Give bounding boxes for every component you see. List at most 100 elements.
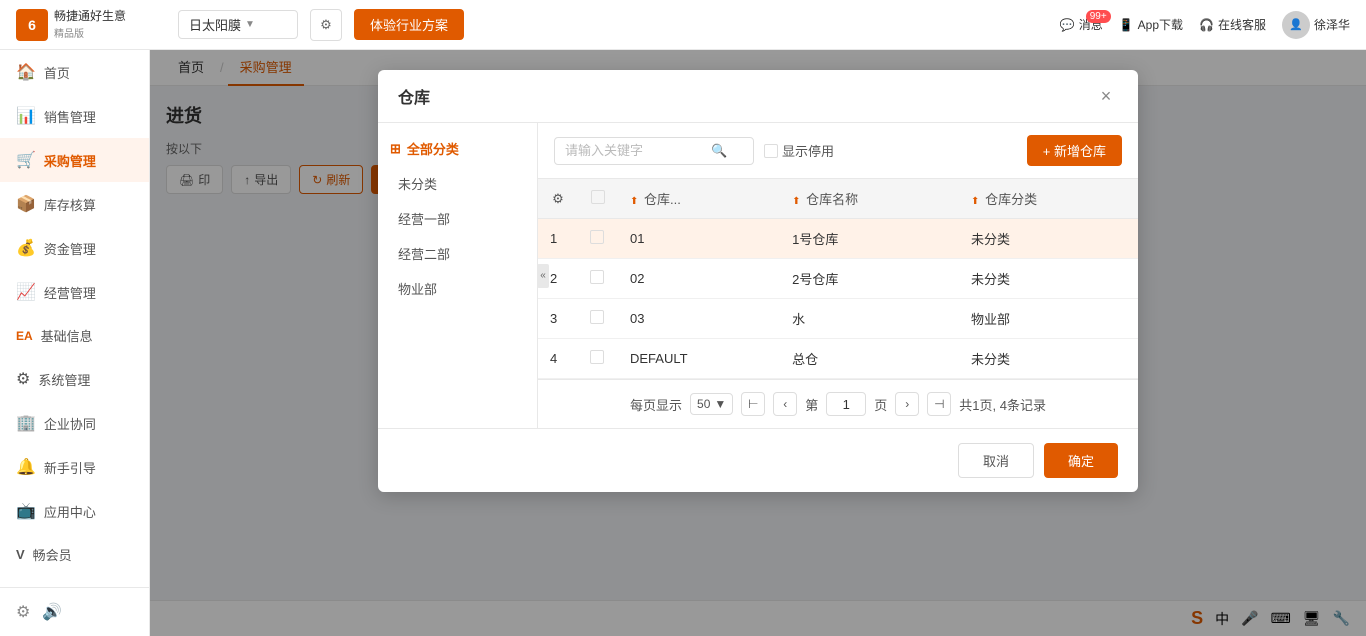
sidebar-item-system[interactable]: ⚙ 系统管理 xyxy=(0,357,149,401)
modal-header: 仓库 × xyxy=(378,70,1138,123)
table-row[interactable]: 2 02 2号仓库 未分类 xyxy=(538,259,1138,299)
table-row[interactable]: 4 DEFAULT 总仓 未分类 xyxy=(538,339,1138,379)
prev-page-button[interactable]: ‹ xyxy=(773,392,797,416)
home-icon: 🏠 xyxy=(16,62,36,82)
last-page-button[interactable]: ⊣ xyxy=(927,392,951,416)
search-bar: 🔍 显示停用 + 新增仓库 xyxy=(538,123,1138,179)
confirm-button[interactable]: 确定 xyxy=(1044,443,1118,478)
row2-name: 2号仓库 xyxy=(780,259,959,299)
row1-category: 未分类 xyxy=(959,219,1138,259)
row3-name: 水 xyxy=(780,299,959,339)
category-all[interactable]: ⊞ 全部分类 xyxy=(378,131,537,166)
sidebar-item-apps[interactable]: 📺 应用中心 xyxy=(0,489,149,533)
sidebar-item-member[interactable]: V 畅会员 xyxy=(0,533,149,576)
row1-check xyxy=(578,219,618,259)
avatar: 👤 xyxy=(1282,11,1310,39)
operation-icon: 📈 xyxy=(16,282,36,302)
headset-icon: 🎧 xyxy=(1199,18,1214,32)
app-download-item[interactable]: 📱 App下载 xyxy=(1119,16,1183,33)
row4-name: 总仓 xyxy=(780,339,959,379)
category-panel: ⊞ 全部分类 未分类 经营一部 经营二部 物业部 « xyxy=(378,123,538,428)
sidebar-item-inventory[interactable]: 📦 库存核算 xyxy=(0,182,149,226)
row3-checkbox[interactable] xyxy=(590,310,604,324)
add-warehouse-button[interactable]: + 新增仓库 xyxy=(1027,135,1122,166)
page-size-value: 50 xyxy=(697,397,710,411)
page-size-arrow: ▼ xyxy=(714,397,726,411)
sidebar-label-inventory: 库存核算 xyxy=(44,195,96,214)
top-header: 6 畅捷通好生意 精品版 日太阳膜 ▼ ⚙ 体验行业方案 💬 消息 99+ 📱 … xyxy=(0,0,1366,50)
store-selector[interactable]: 日太阳膜 ▼ xyxy=(178,10,298,39)
settings-button[interactable]: ⚙ xyxy=(310,9,342,41)
sidebar-bottom: ⚙ 🔊 xyxy=(0,587,149,636)
collapse-panel-button[interactable]: « xyxy=(537,264,549,288)
th-code: ⬆ 仓库... xyxy=(618,179,780,219)
content-area: 首页 / 采购管理 进货 按以下 🖨 印 ↑ 导出 ↻ 刷新 xyxy=(150,50,1366,636)
row2-checkbox[interactable] xyxy=(590,270,604,284)
sidebar-label-purchase: 采购管理 xyxy=(44,151,96,170)
page-size-select[interactable]: 50 ▼ xyxy=(690,393,733,415)
modal-close-button[interactable]: × xyxy=(1094,84,1118,108)
sidebar-item-basic[interactable]: EA 基础信息 xyxy=(0,314,149,357)
th-settings-icon: ⚙ xyxy=(552,191,564,206)
category-item-unclassified[interactable]: 未分类 xyxy=(378,166,537,201)
category-item-dept2[interactable]: 经营二部 xyxy=(378,236,537,271)
next-page-button[interactable]: › xyxy=(895,392,919,416)
row3-category: 物业部 xyxy=(959,299,1138,339)
purchase-icon: 🛒 xyxy=(16,150,36,170)
sidebar-item-finance[interactable]: 💰 资金管理 xyxy=(0,226,149,270)
th-checkbox xyxy=(578,179,618,219)
search-input-wrap[interactable]: 🔍 xyxy=(554,137,754,165)
sidebar-item-enterprise[interactable]: 🏢 企业协同 xyxy=(0,401,149,445)
row2-code: 02 xyxy=(618,259,780,299)
row2-category: 未分类 xyxy=(959,259,1138,299)
table-row[interactable]: 1 01 1号仓库 未分类 xyxy=(538,219,1138,259)
page-label-end: 页 xyxy=(874,395,887,414)
sidebar-label-basic: 基础信息 xyxy=(41,326,93,345)
warehouse-modal: 仓库 × ⊞ 全部分类 未分类 经营一部 经营二部 物业部 xyxy=(378,70,1138,492)
sidebar-item-sales[interactable]: 📊 销售管理 xyxy=(0,94,149,138)
online-service-item[interactable]: 🎧 在线客服 xyxy=(1199,16,1266,33)
guide-icon: 🔔 xyxy=(16,457,36,477)
category-item-property[interactable]: 物业部 xyxy=(378,271,537,306)
row1-name: 1号仓库 xyxy=(780,219,959,259)
select-all-checkbox[interactable] xyxy=(591,190,605,204)
cancel-button[interactable]: 取消 xyxy=(958,443,1034,478)
main-layout: 🏠 首页 📊 销售管理 🛒 采购管理 📦 库存核算 💰 资金管理 📈 经营管理 … xyxy=(0,50,1366,636)
th-name: ⬆ 仓库名称 xyxy=(780,179,959,219)
app-label: App下载 xyxy=(1138,16,1183,33)
table-header: ⚙ ⬆ 仓库... xyxy=(538,179,1138,219)
enterprise-icon: 🏢 xyxy=(16,413,36,433)
sidebar-item-home[interactable]: 🏠 首页 xyxy=(0,50,149,94)
show-disabled-checkbox[interactable] xyxy=(764,144,778,158)
logo-icon: 6 xyxy=(16,9,48,41)
pagination: 每页显示 50 ▼ ⊢ ‹ 第 页 › ⊣ 共1页 xyxy=(538,379,1138,428)
row1-num: 1 xyxy=(538,219,578,259)
row4-checkbox[interactable] xyxy=(590,350,604,364)
first-page-button[interactable]: ⊢ xyxy=(741,392,765,416)
settings-bottom-icon[interactable]: ⚙ xyxy=(16,602,30,622)
th-settings: ⚙ xyxy=(538,179,578,219)
sidebar-item-guide[interactable]: 🔔 新手引导 xyxy=(0,445,149,489)
user-item[interactable]: 👤 徐泽华 xyxy=(1282,11,1350,39)
sound-icon[interactable]: 🔊 xyxy=(42,602,62,622)
category-item-dept1[interactable]: 经营一部 xyxy=(378,201,537,236)
sales-icon: 📊 xyxy=(16,106,36,126)
sidebar-item-purchase[interactable]: 🛒 采购管理 xyxy=(0,138,149,182)
table-row[interactable]: 3 03 水 物业部 xyxy=(538,299,1138,339)
message-icon: 💬 xyxy=(1060,18,1075,32)
industry-btn[interactable]: 体验行业方案 xyxy=(354,9,464,40)
row4-num: 4 xyxy=(538,339,578,379)
row4-code: DEFAULT xyxy=(618,339,780,379)
search-input[interactable] xyxy=(565,143,705,158)
basic-icon: EA xyxy=(16,329,33,343)
logo-text: 畅捷通好生意 xyxy=(54,9,126,25)
row4-category: 未分类 xyxy=(959,339,1138,379)
sort-icon-code: ⬆ xyxy=(630,196,638,207)
modal-body: ⊞ 全部分类 未分类 经营一部 经营二部 物业部 « xyxy=(378,123,1138,428)
row1-checkbox[interactable] xyxy=(590,230,604,244)
sidebar-item-operation[interactable]: 📈 经营管理 xyxy=(0,270,149,314)
messages-item[interactable]: 💬 消息 99+ xyxy=(1060,16,1103,33)
user-name: 徐泽华 xyxy=(1314,16,1350,33)
sidebar-label-apps: 应用中心 xyxy=(44,502,96,521)
page-number-input[interactable] xyxy=(826,392,866,416)
